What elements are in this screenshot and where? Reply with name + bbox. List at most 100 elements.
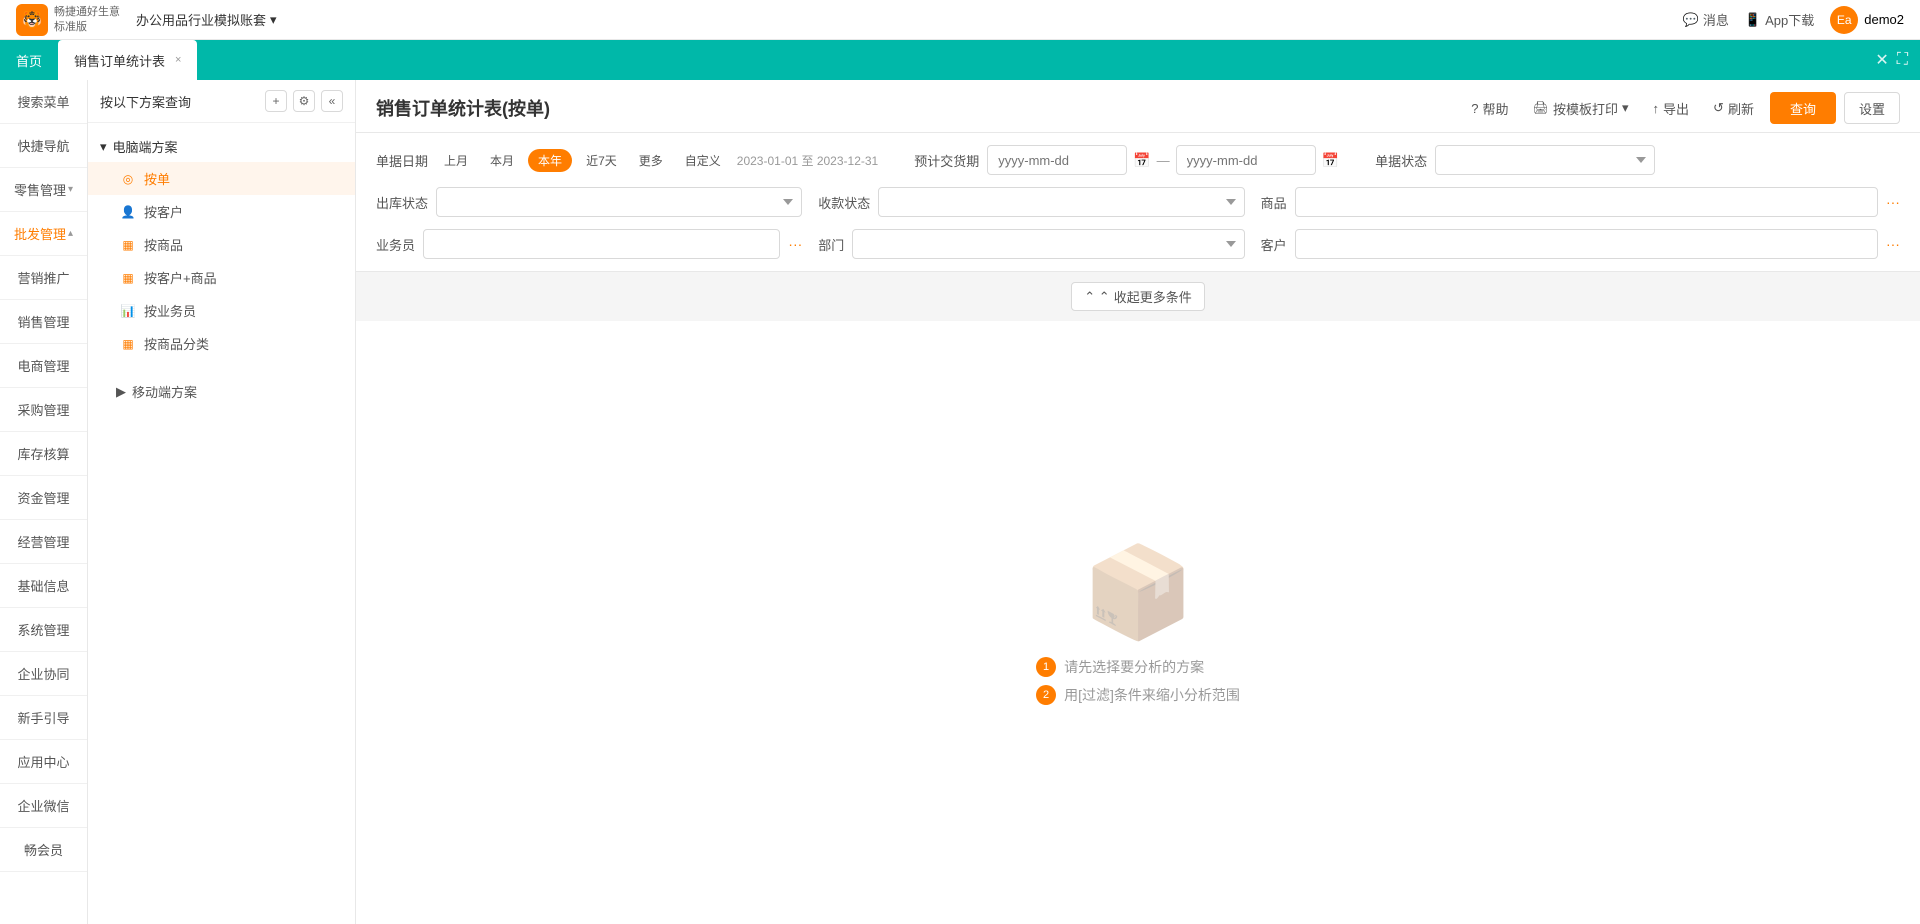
scheme-section-mobile: ▶ 移动端方案 [88,368,355,415]
filter-row-1: 单据日期 上月 本月 本年 近7天 更多 自定义 2023-01-01 至 20… [376,145,1900,175]
payment-status-select[interactable] [878,187,1244,217]
date-this-year-btn[interactable]: 本年 [528,149,572,172]
filter-row-3: 业务员 ··· 部门 客户 ··· [376,229,1900,259]
message-icon: 💬 [1683,12,1699,28]
date-last-7-days-btn[interactable]: 近7天 [578,149,625,172]
status-select[interactable] [1435,145,1655,175]
goods-more-btn[interactable]: ··· [1886,194,1900,210]
sidebar-item-inventory[interactable]: 库存核算 [0,432,87,476]
scheme-group-pc[interactable]: ▾ 电脑端方案 [88,131,355,162]
delivery-status-select[interactable] [436,187,802,217]
scheme-by-customer-goods[interactable]: ▦ 按客户+商品 [88,261,355,294]
date-custom-btn[interactable]: 自定义 [677,149,729,172]
settings-button[interactable]: 设置 [1844,92,1900,124]
filter-area: 单据日期 上月 本月 本年 近7天 更多 自定义 2023-01-01 至 20… [356,133,1920,272]
sidebar-item-vip[interactable]: 畅会员 [0,828,87,872]
collapse-icon: « [329,94,336,108]
left-panel-header: 按以下方案查询 + ⚙ « [88,80,355,123]
customer-more-btn[interactable]: ··· [1886,236,1900,252]
sidebar-item-purchase[interactable]: 采购管理 [0,388,87,432]
sidebar-item-sales[interactable]: 销售管理 [0,300,87,344]
message-btn[interactable]: 💬 消息 [1683,10,1729,29]
date-this-month-btn[interactable]: 本月 [482,149,522,172]
date-buttons: 上月 本月 本年 近7天 更多 自定义 [436,149,729,172]
order-icon: ◎ [120,171,136,187]
delivery-date-inputs: 📅 — 📅 [987,145,1339,175]
tab-close-btn[interactable]: × [175,54,181,66]
delivery-date-end[interactable] [1176,145,1316,175]
sidebar-item-wechat[interactable]: 企业微信 [0,784,87,828]
help-btn[interactable]: ? 帮助 [1463,95,1516,122]
salesperson-input[interactable] [423,229,780,259]
scheme-by-order[interactable]: ◎ 按单 [88,162,355,195]
refresh-btn[interactable]: ↺ 刷新 [1705,95,1762,122]
empty-illustration: 📦 [1082,540,1194,645]
tab-home[interactable]: 首页 [0,40,58,80]
date-more-btn[interactable]: 更多 [631,149,671,172]
sidebar-item-newbie[interactable]: 新手引导 [0,696,87,740]
add-scheme-btn[interactable]: + [265,90,287,112]
status-filter-group: 单据状态 [1375,145,1655,175]
scheme-by-goods[interactable]: ▦ 按商品 [88,228,355,261]
export-btn[interactable]: ↑ 导出 [1645,95,1698,122]
scheme-by-goods-category[interactable]: ▦ 按商品分类 [88,327,355,360]
payment-status-filter: 收款状态 [818,187,1244,217]
refresh-icon: ↺ [1713,100,1724,116]
query-button[interactable]: 查询 [1770,92,1836,124]
sidebar: 搜索菜单 快捷导航 零售管理 ▾ 批发管理 ▴ 营销推广 销售管理 电商管理 采… [0,80,88,924]
collapse-more-conditions-btn[interactable]: ⌃ ⌃ 收起更多条件 [1071,282,1204,311]
sidebar-item-retail[interactable]: 零售管理 ▾ [0,168,87,212]
tab-close-window-btn[interactable]: ✕ [1875,50,1888,70]
calendar-start-icon[interactable]: 📅 [1133,152,1150,169]
chevron-down-icon: ▾ [68,184,73,195]
sidebar-item-enterprise[interactable]: 企业协同 [0,652,87,696]
customer-icon: 👤 [120,204,136,220]
delivery-date-start[interactable] [987,145,1127,175]
goods-input[interactable] [1295,187,1878,217]
delivery-status-filter: 出库状态 [376,187,802,217]
tab-bar-actions: ✕ ⛶ [1875,50,1920,70]
sidebar-item-ecom[interactable]: 电商管理 [0,344,87,388]
salesperson-more-btn[interactable]: ··· [788,236,802,252]
empty-hints: 1 请先选择要分析的方案 2 用[过滤]条件来缩小分析范围 [1036,657,1240,705]
sidebar-item-ops[interactable]: 经营管理 [0,520,87,564]
app-download-btn[interactable]: 📱 App下载 [1745,10,1814,29]
department-filter: 部门 [818,229,1244,259]
print-icon: 🖨 [1532,100,1549,116]
empty-hint-1: 1 请先选择要分析的方案 [1036,657,1240,677]
user-area[interactable]: Ea demo2 [1830,6,1904,34]
sidebar-item-search-menu[interactable]: 搜索菜单 [0,80,87,124]
date-last-month-btn[interactable]: 上月 [436,149,476,172]
customer-input[interactable] [1295,229,1878,259]
calendar-end-icon[interactable]: 📅 [1322,152,1339,169]
print-arrow-icon: ▾ [1622,100,1629,116]
collapse-panel-btn[interactable]: « [321,90,343,112]
tab-bar: 首页 销售订单统计表 × ✕ ⛶ [0,40,1920,80]
goods-icon: ▦ [120,237,136,253]
page-title-bar: 销售订单统计表(按单) ? 帮助 🖨 按模板打印 ▾ ↑ 导出 [356,80,1920,133]
collapse-bar: ⌃ ⌃ 收起更多条件 [356,272,1920,321]
logo-icon: 🐯 [16,4,48,36]
sidebar-item-basic[interactable]: 基础信息 [0,564,87,608]
chevron-right-icon: ▶ [116,384,126,400]
left-panel-actions: + ⚙ « [265,90,343,112]
sidebar-item-sys[interactable]: 系统管理 [0,608,87,652]
department-select[interactable] [852,229,1244,259]
category-icon: ▦ [120,336,136,352]
scheme-by-customer[interactable]: 👤 按客户 [88,195,355,228]
sidebar-item-wholesale[interactable]: 批发管理 ▴ [0,212,87,256]
sidebar-item-marketing[interactable]: 营销推广 [0,256,87,300]
sidebar-item-finance[interactable]: 资金管理 [0,476,87,520]
edit-scheme-btn[interactable]: ⚙ [293,90,315,112]
sidebar-item-app-center[interactable]: 应用中心 [0,740,87,784]
sidebar-item-quick-nav[interactable]: 快捷导航 [0,124,87,168]
scheme-by-salesperson[interactable]: 📊 按业务员 [88,294,355,327]
content-area: 按以下方案查询 + ⚙ « ▾ 电脑端方案 [88,80,1920,924]
tab-fullscreen-btn[interactable]: ⛶ [1897,51,1908,69]
chevron-up-icon: ▴ [68,228,73,239]
workspace-selector[interactable]: 办公用品行业模拟账套 ▾ [128,10,285,29]
scheme-group-mobile[interactable]: ▶ 移动端方案 [88,376,355,407]
left-panel: 按以下方案查询 + ⚙ « ▾ 电脑端方案 [88,80,356,924]
tab-sales-stat[interactable]: 销售订单统计表 × [58,40,197,80]
template-print-btn[interactable]: 🖨 按模板打印 ▾ [1524,95,1636,122]
